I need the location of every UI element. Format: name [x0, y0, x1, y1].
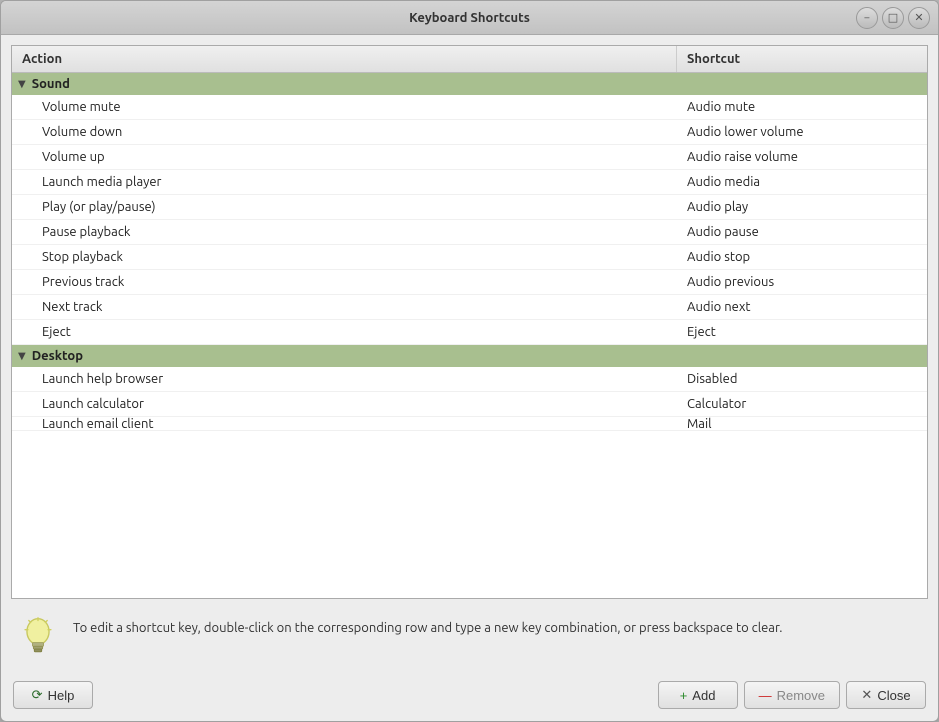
shortcut-cell: Eject — [677, 320, 927, 344]
action-cell: Launch email client — [12, 417, 677, 431]
shortcut-cell: Disabled — [677, 367, 927, 391]
window-title: Keyboard Shortcuts — [409, 11, 530, 25]
action-cell: Launch media player — [12, 170, 677, 194]
remove-button[interactable]: — Remove — [744, 681, 840, 709]
shortcut-cell: Calculator — [677, 392, 927, 416]
add-icon: + — [680, 688, 688, 703]
remove-icon: — — [759, 688, 772, 703]
button-bar-left: ⟳ Help — [13, 681, 93, 709]
table-row[interactable]: Volume down Audio lower volume — [12, 120, 927, 145]
group-row-sound[interactable]: ▼ Sound — [12, 73, 927, 95]
help-button[interactable]: ⟳ Help — [13, 681, 93, 709]
add-label: Add — [692, 688, 715, 703]
column-header-shortcut: Shortcut — [677, 46, 927, 72]
shortcut-cell: Audio raise volume — [677, 145, 927, 169]
action-cell: Launch calculator — [12, 392, 677, 416]
table-row[interactable]: Launch media player Audio media — [12, 170, 927, 195]
action-cell: Volume mute — [12, 95, 677, 119]
close-icon: ✕ — [861, 687, 872, 703]
shortcut-cell: Audio next — [677, 295, 927, 319]
table-row[interactable]: Eject Eject — [12, 320, 927, 345]
action-cell: Eject — [12, 320, 677, 344]
close-label: Close — [877, 688, 910, 703]
table-body: ▼ Sound Volume mute Audio mute Volume do… — [12, 73, 927, 431]
group-label-desktop: Desktop — [32, 349, 83, 363]
table-row-partial[interactable]: Launch email client Mail — [12, 417, 927, 431]
action-cell: Play (or play/pause) — [12, 195, 677, 219]
main-content: Action Shortcut ▼ Sound Volume mute Audi… — [1, 35, 938, 721]
close-button[interactable]: ✕ — [908, 7, 930, 29]
shortcut-cell: Mail — [677, 417, 927, 431]
shortcut-cell: Audio mute — [677, 95, 927, 119]
titlebar-right-controls: − □ ✕ — [856, 7, 930, 29]
button-bar-right: + Add — Remove ✕ Close — [658, 681, 926, 709]
add-button[interactable]: + Add — [658, 681, 738, 709]
keyboard-shortcuts-window: Keyboard Shortcuts − □ ✕ Action Shortcut — [0, 0, 939, 722]
maximize-button[interactable]: □ — [882, 7, 904, 29]
shortcut-cell: Audio media — [677, 170, 927, 194]
action-cell: Pause playback — [12, 220, 677, 244]
action-cell: Volume down — [12, 120, 677, 144]
action-cell: Volume up — [12, 145, 677, 169]
table-header: Action Shortcut — [12, 46, 927, 73]
table-row[interactable]: Volume mute Audio mute — [12, 95, 927, 120]
shortcut-cell: Audio play — [677, 195, 927, 219]
shortcut-cell: Audio stop — [677, 245, 927, 269]
action-cell: Previous track — [12, 270, 677, 294]
shortcut-cell: Audio previous — [677, 270, 927, 294]
titlebar: Keyboard Shortcuts − □ ✕ — [1, 1, 938, 35]
action-cell: Stop playback — [12, 245, 677, 269]
info-text: To edit a shortcut key, double-click on … — [73, 615, 783, 639]
table-row[interactable]: Launch help browser Disabled — [12, 367, 927, 392]
info-section: To edit a shortcut key, double-click on … — [11, 609, 928, 667]
remove-label: Remove — [777, 688, 825, 703]
table-row[interactable]: Pause playback Audio pause — [12, 220, 927, 245]
help-label: Help — [48, 688, 75, 703]
table-scroll-area[interactable]: ▼ Sound Volume mute Audio mute Volume do… — [12, 73, 927, 598]
button-bar: ⟳ Help + Add — Remove ✕ Close — [11, 677, 928, 711]
table-row[interactable]: Previous track Audio previous — [12, 270, 927, 295]
help-icon: ⟳ — [32, 687, 43, 703]
table-row[interactable]: Stop playback Audio stop — [12, 245, 927, 270]
collapse-triangle-sound: ▼ — [18, 78, 26, 90]
table-row[interactable]: Launch calculator Calculator — [12, 392, 927, 417]
lightbulb-icon — [15, 615, 61, 661]
group-label-sound: Sound — [32, 77, 70, 91]
collapse-triangle-desktop: ▼ — [18, 350, 26, 362]
shortcuts-table[interactable]: Action Shortcut ▼ Sound Volume mute Audi… — [11, 45, 928, 599]
table-row[interactable]: Volume up Audio raise volume — [12, 145, 927, 170]
table-row[interactable]: Play (or play/pause) Audio play — [12, 195, 927, 220]
minimize-button[interactable]: − — [856, 7, 878, 29]
table-row[interactable]: Next track Audio next — [12, 295, 927, 320]
close-dialog-button[interactable]: ✕ Close — [846, 681, 926, 709]
action-cell: Next track — [12, 295, 677, 319]
shortcut-cell: Audio lower volume — [677, 120, 927, 144]
action-cell: Launch help browser — [12, 367, 677, 391]
column-header-action: Action — [12, 46, 677, 72]
shortcut-cell: Audio pause — [677, 220, 927, 244]
group-row-desktop[interactable]: ▼ Desktop — [12, 345, 927, 367]
